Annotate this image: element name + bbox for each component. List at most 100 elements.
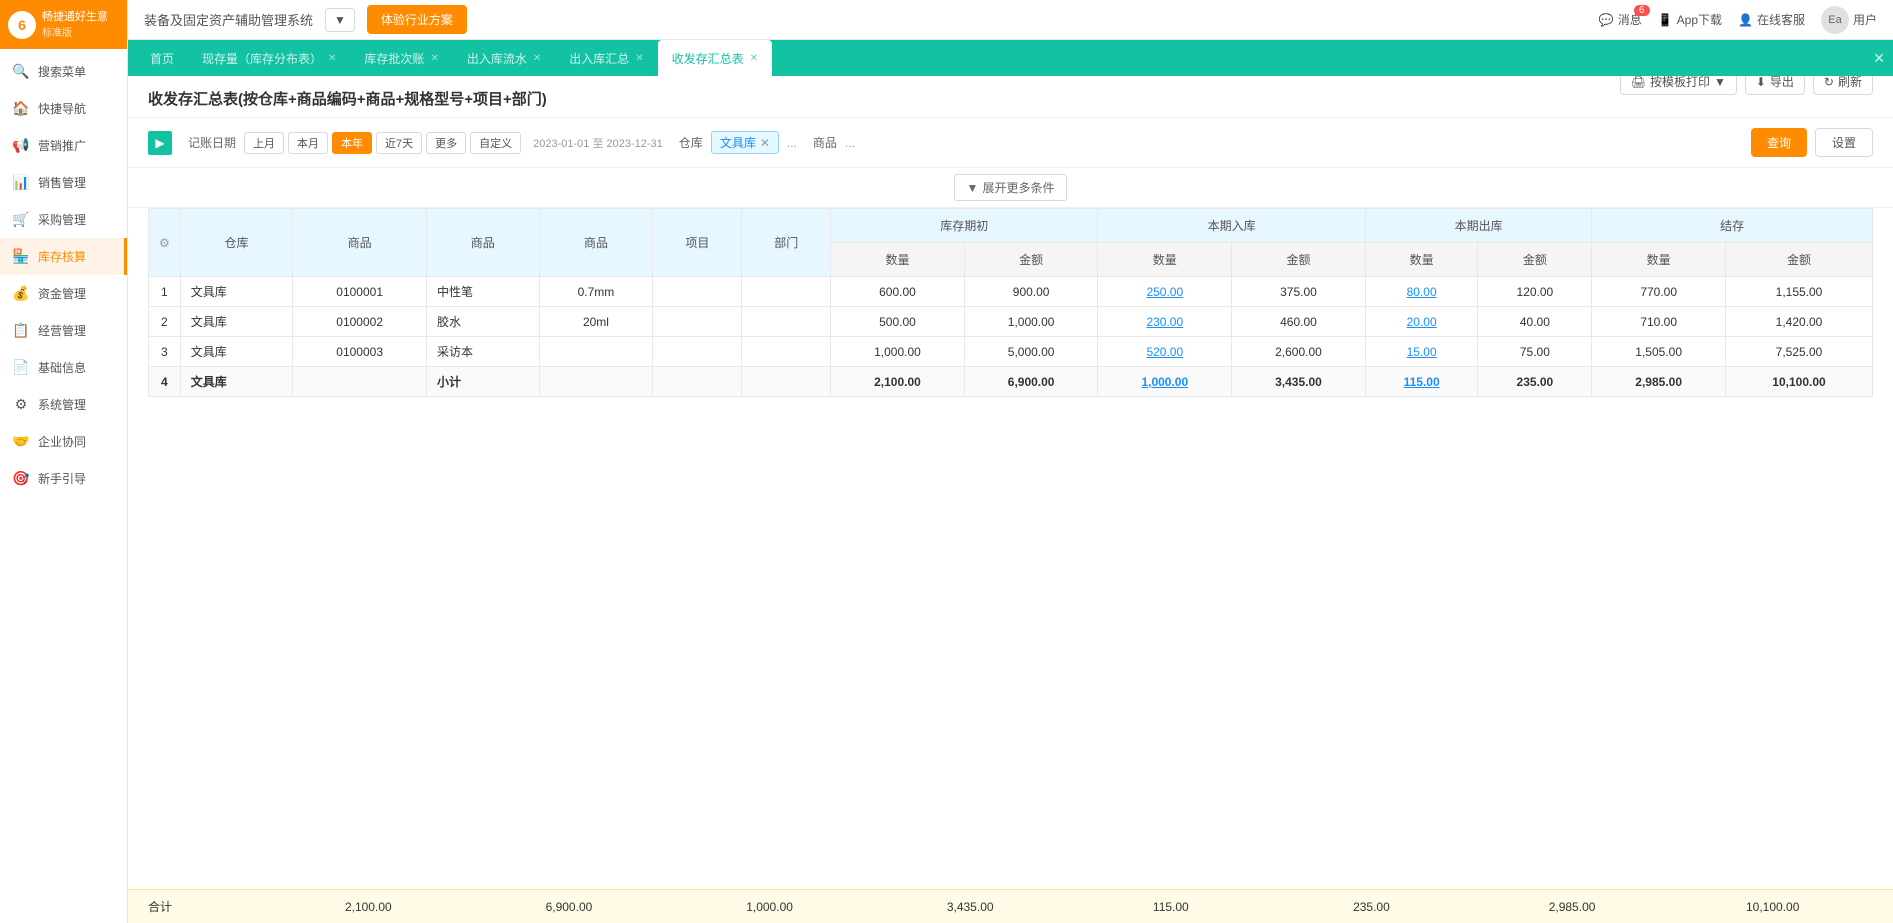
subtotal-code xyxy=(293,367,427,397)
print-button[interactable]: 🖨 按模板打印 ▼ xyxy=(1620,76,1737,95)
subtotal-open-qty: 2,100.00 xyxy=(831,367,965,397)
tab-inventory-dist[interactable]: 现存量（库存分布表） ✕ xyxy=(188,40,350,76)
expand-more-button[interactable]: ▼ 展开更多条件 xyxy=(954,174,1068,201)
sidebar-logo: 6 畅捷通好生意 标准版 xyxy=(0,0,127,49)
marketing-icon: 📢 xyxy=(12,137,30,154)
refresh-button[interactable]: ↻ 刷新 xyxy=(1813,76,1873,95)
tab-inout-summary[interactable]: 出入库汇总 ✕ xyxy=(555,40,657,76)
subtotal-out-qty[interactable]: 115.00 xyxy=(1365,367,1478,397)
query-actions: 查询 设置 xyxy=(1751,128,1873,157)
filter-toggle-button[interactable]: ▶ xyxy=(148,131,172,155)
col-settings-th[interactable]: ⚙ xyxy=(149,209,181,277)
tab-inout-flow[interactable]: 出入库流水 ✕ xyxy=(453,40,555,76)
date-this-year[interactable]: 本年 xyxy=(332,132,372,154)
warehouse-more-btn[interactable]: ... xyxy=(787,136,797,150)
export-icon: ⬇ xyxy=(1756,76,1766,89)
row-out-qty[interactable]: 20.00 xyxy=(1365,307,1478,337)
col-in-qty-th: 数量 xyxy=(1098,243,1232,277)
row-code: 0100001 xyxy=(293,277,427,307)
header-settings-button[interactable]: ▼ xyxy=(325,8,355,32)
col-bal-amt-th: 金额 xyxy=(1726,243,1873,277)
sidebar-item-finance[interactable]: 💰 资金管理 xyxy=(0,275,127,312)
total-out-qty: 115.00 xyxy=(1071,900,1272,914)
goods-more-btn[interactable]: ... xyxy=(845,136,855,150)
col-open-amt-th: 金额 xyxy=(964,243,1098,277)
tab-collect-summary-close[interactable]: ✕ xyxy=(750,53,758,64)
row-bal-qty: 1,505.00 xyxy=(1592,337,1726,367)
date-this-month[interactable]: 本月 xyxy=(288,132,328,154)
date-more[interactable]: 更多 xyxy=(426,132,466,154)
subtotal-label: 小计 xyxy=(426,367,539,397)
header-left: 装备及固定资产辅助管理系统 ▼ 体验行业方案 xyxy=(144,5,467,34)
message-badge[interactable]: 💬 消息 6 xyxy=(1599,11,1642,28)
total-out-amt: 235.00 xyxy=(1271,900,1472,914)
tab-collect-summary[interactable]: 收发存汇总表 ✕ xyxy=(658,40,772,76)
subtotal-row: 4 文具库 小计 2,100.00 6,900.00 1,000.00 3,43… xyxy=(149,367,1873,397)
date-custom[interactable]: 自定义 xyxy=(470,132,521,154)
export-button[interactable]: ⬇ 导出 xyxy=(1745,76,1805,95)
sidebar-item-operations[interactable]: 📋 经营管理 xyxy=(0,312,127,349)
tab-bar-close-button[interactable]: ✕ xyxy=(1873,50,1885,67)
user-section[interactable]: Ea 用户 xyxy=(1821,6,1877,34)
row-in-qty[interactable]: 520.00 xyxy=(1098,337,1232,367)
sidebar-item-search[interactable]: 🔍 搜索菜单 xyxy=(0,53,127,90)
sidebar-item-system[interactable]: ⚙ 系统管理 xyxy=(0,386,127,423)
tab-inout-summary-close[interactable]: ✕ xyxy=(635,53,643,64)
sidebar-item-enterprise[interactable]: 🤝 企业协同 xyxy=(0,423,127,460)
sidebar-item-inventory[interactable]: 🏪 库存核算 xyxy=(0,238,127,275)
subtotal-no: 4 xyxy=(149,367,181,397)
sidebar-item-sales[interactable]: 📊 销售管理 xyxy=(0,164,127,201)
row-in-qty[interactable]: 230.00 xyxy=(1098,307,1232,337)
tab-inventory-dist-close[interactable]: ✕ xyxy=(328,53,336,64)
sidebar-item-newbie[interactable]: 🎯 新手引导 xyxy=(0,460,127,497)
row-out-qty[interactable]: 80.00 xyxy=(1365,277,1478,307)
col-code-th: 商品 xyxy=(293,209,427,277)
tab-inout-flow-close[interactable]: ✕ xyxy=(533,53,541,64)
message-count: 6 xyxy=(1634,5,1650,16)
tab-batch-close[interactable]: ✕ xyxy=(430,53,438,64)
sidebar-item-base-info[interactable]: 📄 基础信息 xyxy=(0,349,127,386)
table-container: ⚙ 仓库 商品 商品 商品 项目 部门 库存期初 本期入库 本期出库 结存 数量 xyxy=(128,208,1893,889)
sidebar-item-marketing[interactable]: 📢 营销推广 xyxy=(0,127,127,164)
sidebar-item-label: 企业协同 xyxy=(38,433,86,450)
row-bal-qty: 710.00 xyxy=(1592,307,1726,337)
sidebar: 6 畅捷通好生意 标准版 🔍 搜索菜单 🏠 快捷导航 📢 营销推广 📊 销售管理… xyxy=(0,0,128,923)
subtotal-in-qty[interactable]: 1,000.00 xyxy=(1098,367,1232,397)
user-label: 用户 xyxy=(1853,11,1877,28)
tab-batch[interactable]: 库存批次账 ✕ xyxy=(350,40,452,76)
experience-button[interactable]: 体验行业方案 xyxy=(367,5,467,34)
sidebar-item-quick[interactable]: 🏠 快捷导航 xyxy=(0,90,127,127)
warehouse-tag: 文具库 ✕ xyxy=(711,131,779,154)
total-bal-qty: 2,985.00 xyxy=(1472,900,1673,914)
filter-settings-button[interactable]: 设置 xyxy=(1815,128,1873,157)
row-out-qty[interactable]: 15.00 xyxy=(1365,337,1478,367)
app-download-label: App下载 xyxy=(1677,11,1722,28)
sidebar-nav: 🔍 搜索菜单 🏠 快捷导航 📢 营销推广 📊 销售管理 🛒 采购管理 🏪 库存核… xyxy=(0,49,127,923)
operations-icon: 📋 xyxy=(12,322,30,339)
row-spec: 20ml xyxy=(539,307,653,337)
app-download-btn[interactable]: 📱 App下载 xyxy=(1658,11,1722,28)
row-name: 胶水 xyxy=(426,307,539,337)
row-in-qty[interactable]: 250.00 xyxy=(1098,277,1232,307)
date-7days[interactable]: 近7天 xyxy=(376,132,422,154)
main-area: 装备及固定资产辅助管理系统 ▼ 体验行业方案 💬 消息 6 📱 App下载 👤 … xyxy=(128,0,1893,923)
row-in-amt: 460.00 xyxy=(1232,307,1366,337)
query-button[interactable]: 查询 xyxy=(1751,128,1807,157)
header-right: 💬 消息 6 📱 App下载 👤 在线客服 Ea 用户 xyxy=(1599,6,1877,34)
col-warehouse-th: 仓库 xyxy=(180,209,293,277)
row-project xyxy=(653,277,742,307)
tab-home[interactable]: 首页 xyxy=(136,40,188,76)
date-last-month[interactable]: 上月 xyxy=(244,132,284,154)
warehouse-tag-close[interactable]: ✕ xyxy=(760,136,770,150)
table-row: 1 文具库 0100001 中性笔 0.7mm 600.00 900.00 25… xyxy=(149,277,1873,307)
col-dept-th: 部门 xyxy=(742,209,831,277)
expand-chevron-icon: ▼ xyxy=(967,181,979,195)
sidebar-item-purchase[interactable]: 🛒 采购管理 xyxy=(0,201,127,238)
logo-title: 畅捷通好生意 xyxy=(42,10,108,24)
expand-more-label: 展开更多条件 xyxy=(982,179,1054,196)
enterprise-icon: 🤝 xyxy=(12,433,30,450)
export-label: 导出 xyxy=(1770,76,1794,90)
online-service-btn[interactable]: 👤 在线客服 xyxy=(1738,11,1805,28)
expand-more-row: ▼ 展开更多条件 xyxy=(128,168,1893,208)
row-out-amt: 120.00 xyxy=(1478,277,1592,307)
